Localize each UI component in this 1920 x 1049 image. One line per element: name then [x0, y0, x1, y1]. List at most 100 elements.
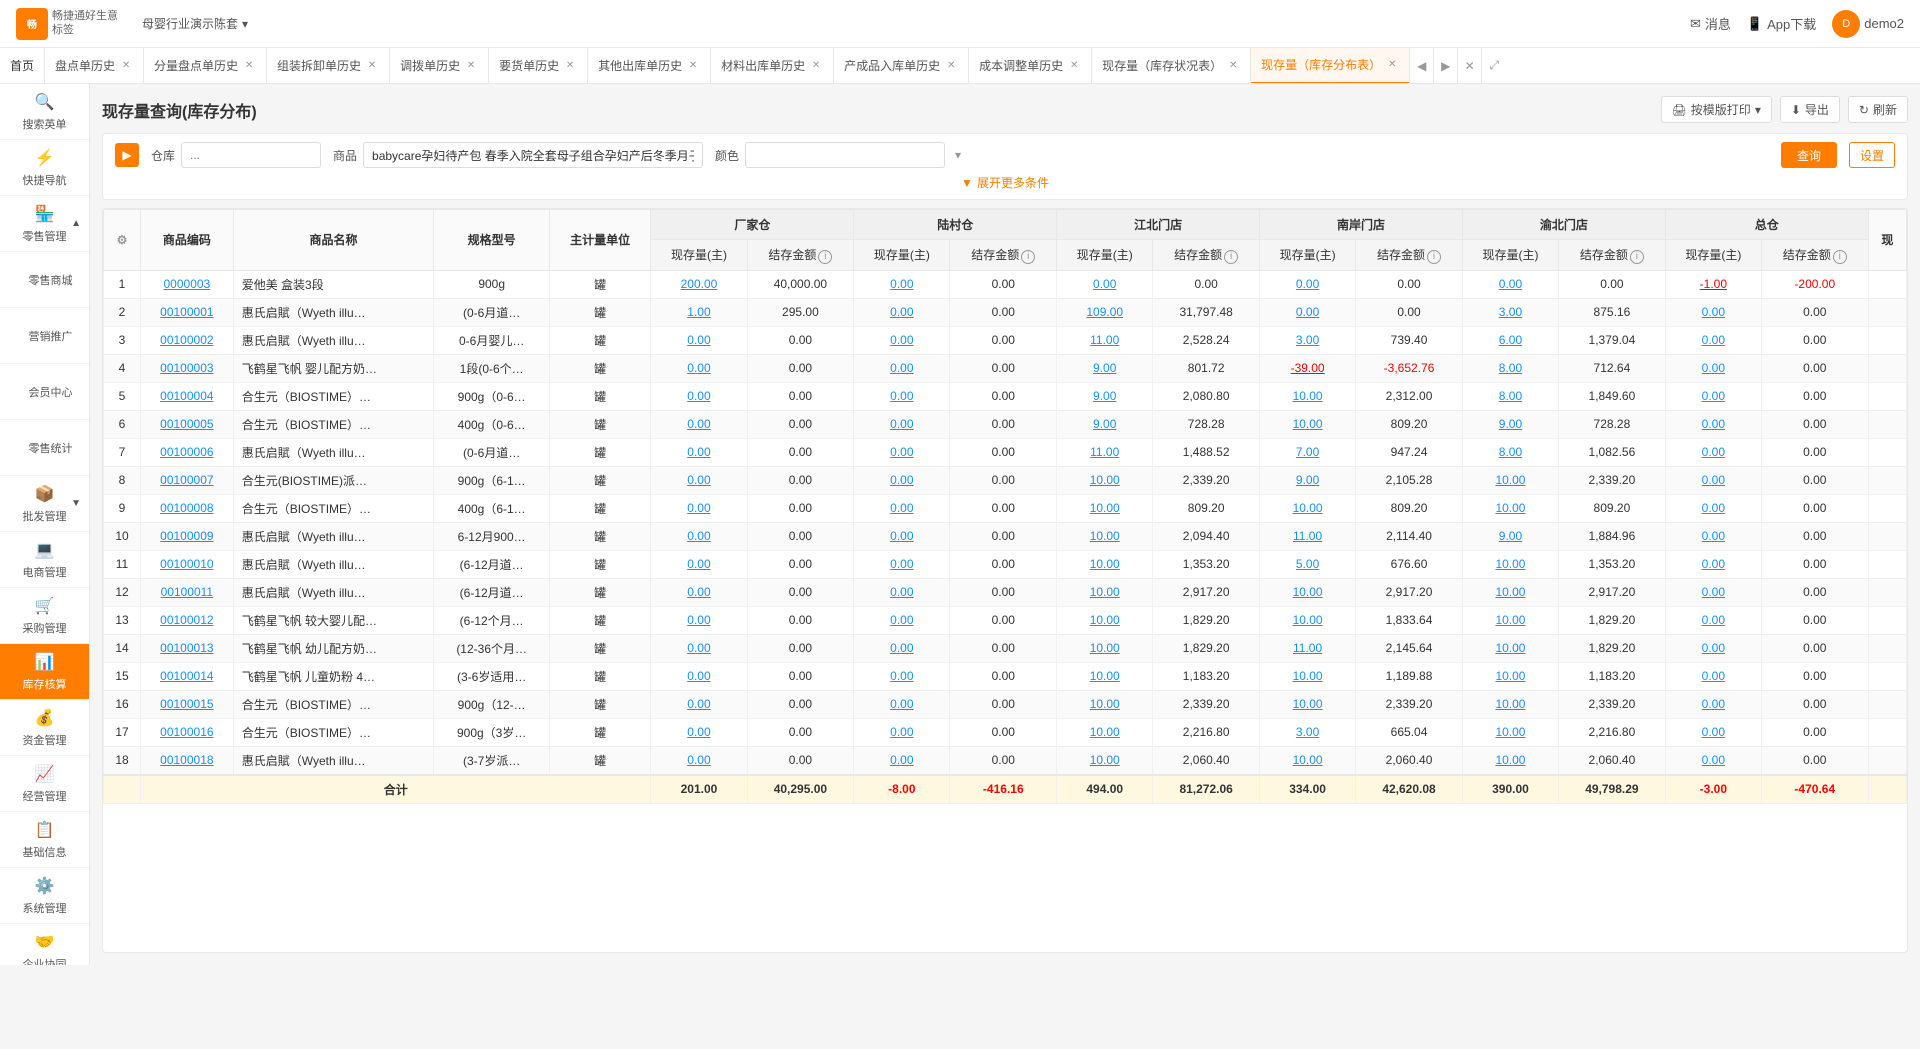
- sidebar-item-retail-stats[interactable]: 零售统计: [0, 420, 89, 476]
- total-qty-header: 现存量(主): [1665, 240, 1761, 271]
- tab-order[interactable]: 要货单历史 ✕: [489, 48, 588, 84]
- tab-close-icon[interactable]: ✕: [563, 59, 577, 73]
- warehouse-input[interactable]: [181, 142, 321, 168]
- info-icon[interactable]: i: [1224, 250, 1238, 264]
- tab-next-btn[interactable]: ▶: [1434, 48, 1458, 84]
- info-icon[interactable]: i: [818, 250, 832, 264]
- export-btn[interactable]: ⬇ 导出: [1780, 96, 1840, 123]
- product-code-cell[interactable]: 00100018: [141, 746, 234, 775]
- sidebar-item-wholesale[interactable]: 📦 批发管理 ▼: [0, 476, 89, 532]
- filter-toggle-btn[interactable]: ▶: [115, 143, 139, 167]
- setting-btn[interactable]: 设置: [1849, 142, 1895, 168]
- sidebar-item-inventory[interactable]: 📊 库存核算: [0, 644, 89, 700]
- fj-qty-header: 现存量(主): [651, 240, 747, 271]
- tab-close-icon[interactable]: ✕: [365, 59, 379, 73]
- product-code-cell[interactable]: 00100011: [141, 578, 234, 606]
- tab-stock-dist[interactable]: 现存量（库存分布表） ✕: [1251, 48, 1410, 84]
- product-code-cell[interactable]: 00100005: [141, 410, 234, 438]
- table-row: 6 00100005 合生元（BIOSTIME）… 400g（0-6… 罐 0.…: [104, 410, 1907, 438]
- refresh-btn[interactable]: ↻ 刷新: [1848, 96, 1908, 123]
- app-download-btn[interactable]: 📱 App下载: [1747, 14, 1816, 33]
- na-qty-header: 现存量(主): [1260, 240, 1356, 271]
- product-code-cell[interactable]: 00100015: [141, 690, 234, 718]
- info-icon[interactable]: i: [1427, 250, 1441, 264]
- tab-stock-status[interactable]: 现存量（库存状况表） ✕: [1092, 48, 1251, 84]
- sidebar-item-system[interactable]: ⚙️ 系统管理: [0, 868, 89, 924]
- sidebar-item-retail-shop[interactable]: 零售商城: [0, 252, 89, 308]
- tab-assembly[interactable]: 组装拆卸单历史 ✕: [267, 48, 390, 84]
- tab-close-icon[interactable]: ✕: [944, 59, 958, 73]
- product-code-cell[interactable]: 00100002: [141, 326, 234, 354]
- product-code-cell[interactable]: 00100006: [141, 438, 234, 466]
- print-btn[interactable]: 🖨 按模版打印 ▾: [1661, 96, 1772, 123]
- sidebar-item-ecommerce[interactable]: 💻 电商管理: [0, 532, 89, 588]
- product-name-cell: 飞鹤星飞帆 婴儿配方奶…: [233, 354, 434, 382]
- ecommerce-icon: 💻: [35, 540, 55, 560]
- product-code-cell[interactable]: 00100014: [141, 662, 234, 690]
- tab-transfer[interactable]: 调拨单历史 ✕: [390, 48, 489, 84]
- sidebar-item-member[interactable]: 会员中心: [0, 364, 89, 420]
- sidebar: 🔍 搜索英单 ⚡ 快捷导航 🏪 零售管理 ▲ 零售商城 营销推广 会员中心 零售…: [0, 84, 90, 965]
- product-code-cell[interactable]: 00100012: [141, 606, 234, 634]
- settings-icon[interactable]: ⚙: [112, 230, 132, 250]
- product-name-cell: 惠氏启賦（Wyeth illu…: [233, 522, 434, 550]
- tab-home[interactable]: 首页: [0, 48, 45, 84]
- query-btn[interactable]: 查询: [1781, 142, 1837, 168]
- product-code-cell[interactable]: 00100010: [141, 550, 234, 578]
- product-input[interactable]: [363, 142, 703, 168]
- sidebar-item-basic[interactable]: 📋 基础信息: [0, 812, 89, 868]
- product-code-cell[interactable]: 00100016: [141, 718, 234, 746]
- table-row: 3 00100002 惠氏启賦（Wyeth illu… 0-6月婴儿… 罐 0.…: [104, 326, 1907, 354]
- purchase-icon: 🛒: [35, 596, 55, 616]
- sidebar-item-shortcut[interactable]: ⚡ 快捷导航: [0, 140, 89, 196]
- system-icon: ⚙️: [35, 876, 55, 896]
- tab-close-icon[interactable]: ✕: [1385, 58, 1399, 72]
- info-icon[interactable]: i: [1021, 250, 1035, 264]
- sidebar-item-operations[interactable]: 📈 经营管理: [0, 756, 89, 812]
- tab-close-icon[interactable]: ✕: [809, 59, 823, 73]
- tab-fullscreen-btn[interactable]: ⤢: [1482, 48, 1506, 84]
- tab-material-out[interactable]: 材料出库单历史 ✕: [711, 48, 834, 84]
- user-avatar[interactable]: D demo2: [1832, 10, 1904, 38]
- product-code-cell[interactable]: 00100007: [141, 466, 234, 494]
- product-code-cell[interactable]: 00100001: [141, 298, 234, 326]
- message-btn[interactable]: ✉ 消息: [1690, 14, 1731, 33]
- sidebar-item-purchase[interactable]: 🛒 采购管理: [0, 588, 89, 644]
- product-code-cell[interactable]: 0000003: [141, 270, 234, 298]
- sidebar-item-search[interactable]: 🔍 搜索英单: [0, 84, 89, 140]
- tab-other-out[interactable]: 其他出库单历史 ✕: [588, 48, 711, 84]
- tab-portion-count[interactable]: 分量盘点单历史 ✕: [144, 48, 267, 84]
- tab-inventory-count[interactable]: 盘点单历史 ✕: [45, 48, 144, 84]
- tab-close-all-btn[interactable]: ✕: [1458, 48, 1482, 84]
- color-dropdown-icon[interactable]: ▾: [955, 148, 961, 162]
- color-input[interactable]: [745, 142, 945, 168]
- tab-close-icon[interactable]: ✕: [464, 59, 478, 73]
- sidebar-item-corp[interactable]: 🤝 企业协同: [0, 924, 89, 965]
- product-code-cell[interactable]: 00100004: [141, 382, 234, 410]
- tab-cost-adjust[interactable]: 成本调整单历史 ✕: [969, 48, 1092, 84]
- info-icon[interactable]: i: [1630, 250, 1644, 264]
- sidebar-item-marketing[interactable]: 营销推广: [0, 308, 89, 364]
- tab-prev-btn[interactable]: ◀: [1410, 48, 1434, 84]
- product-code-cell[interactable]: 00100003: [141, 354, 234, 382]
- table-row: 7 00100006 惠氏启賦（Wyeth illu… (0-6月道… 罐 0.…: [104, 438, 1907, 466]
- tab-close-icon[interactable]: ✕: [119, 59, 133, 73]
- na-group-header: 南岸门店: [1260, 210, 1463, 240]
- sidebar-item-finance[interactable]: 💰 资金管理: [0, 700, 89, 756]
- info-icon[interactable]: i: [1833, 250, 1847, 264]
- product-code-cell[interactable]: 00100013: [141, 634, 234, 662]
- table-row: 12 00100011 惠氏启賦（Wyeth illu… (6-12月道… 罐 …: [104, 578, 1907, 606]
- summary-row: 合计 201.00 40,295.00 -8.00 -416.16 494.00…: [104, 775, 1907, 804]
- product-code-cell[interactable]: 00100008: [141, 494, 234, 522]
- nav-selector[interactable]: 母婴行业演示陈套 ▾: [142, 15, 248, 32]
- main-content: 现存量查询(库存分布) 🖨 按模版打印 ▾ ⬇ 导出 ↻ 刷新 ▶ 仓库: [90, 84, 1920, 965]
- product-code-cell[interactable]: 00100009: [141, 522, 234, 550]
- sidebar-item-retail-mgmt[interactable]: 🏪 零售管理 ▲: [0, 196, 89, 252]
- tab-close-icon[interactable]: ✕: [686, 59, 700, 73]
- tab-close-icon[interactable]: ✕: [242, 59, 256, 73]
- tab-product-in[interactable]: 产成品入库单历史 ✕: [834, 48, 969, 84]
- tab-close-icon[interactable]: ✕: [1226, 59, 1240, 73]
- expand-more-btn[interactable]: ▼ 展开更多条件: [115, 174, 1895, 191]
- jb-qty-header: 现存量(主): [1057, 240, 1153, 271]
- tab-close-icon[interactable]: ✕: [1067, 59, 1081, 73]
